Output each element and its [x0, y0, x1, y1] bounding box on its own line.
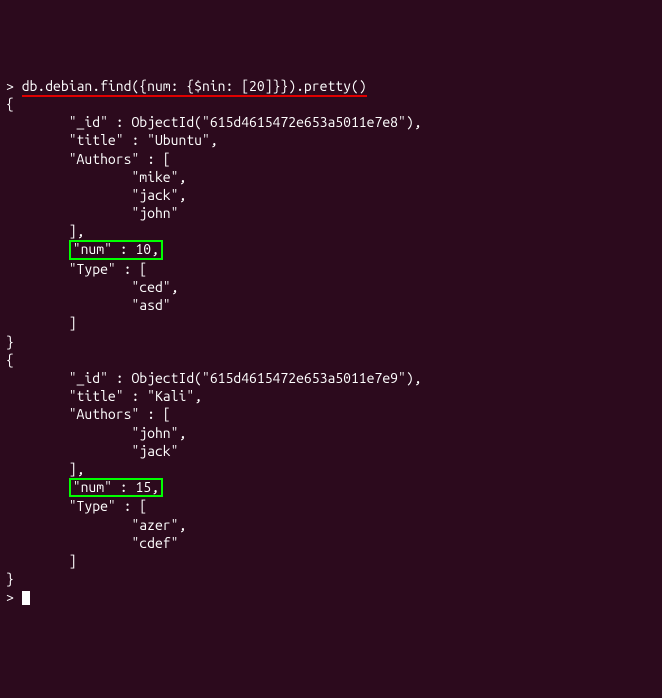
doc1-open: { — [6, 96, 14, 112]
doc2-id: "_id" : ObjectId("615d4615472e653a5011e7… — [6, 370, 422, 386]
doc2-authors-close: ], — [6, 461, 84, 477]
prompt-char: > — [6, 78, 14, 94]
doc2-open: { — [6, 352, 14, 368]
doc1-close: } — [6, 334, 14, 350]
doc1-authors-close: ], — [6, 223, 84, 239]
doc2-type1: "azer", — [6, 517, 186, 533]
doc2-num-highlight: "num" : 15, — [69, 478, 163, 497]
doc2-type-open: "Type" : [ — [6, 498, 147, 514]
cursor-icon — [22, 591, 30, 605]
terminal-output: > db.debian.find({num: {$nin: [20]}}).pr… — [6, 77, 656, 607]
doc2-author1: "john", — [6, 425, 186, 441]
doc2-title: "title" : "Kali", — [6, 388, 202, 404]
doc1-title: "title" : "Ubuntu", — [6, 132, 218, 148]
doc1-num-highlight: "num" : 10, — [69, 240, 163, 259]
doc1-authors-open: "Authors" : [ — [6, 151, 171, 167]
doc1-type-open: "Type" : [ — [6, 261, 147, 277]
doc2-num-indent — [6, 479, 69, 495]
end-prompt[interactable]: > — [6, 589, 14, 605]
doc1-type2: "asd" — [6, 297, 171, 313]
doc2-author2: "jack" — [6, 443, 178, 459]
doc1-type-close: ] — [6, 315, 77, 331]
doc1-num-indent — [6, 241, 69, 257]
doc1-author1: "mike", — [6, 169, 186, 185]
doc1-id: "_id" : ObjectId("615d4615472e653a5011e7… — [6, 114, 422, 130]
doc2-close: } — [6, 571, 14, 587]
doc1-type1: "ced", — [6, 279, 178, 295]
doc2-authors-open: "Authors" : [ — [6, 406, 171, 422]
command-line: db.debian.find({num: {$nin: [20]}}).pret… — [22, 78, 367, 97]
doc2-type2: "cdef" — [6, 535, 178, 551]
doc1-author3: "john" — [6, 205, 178, 221]
doc2-type-close: ] — [6, 553, 77, 569]
doc1-author2: "jack", — [6, 187, 186, 203]
